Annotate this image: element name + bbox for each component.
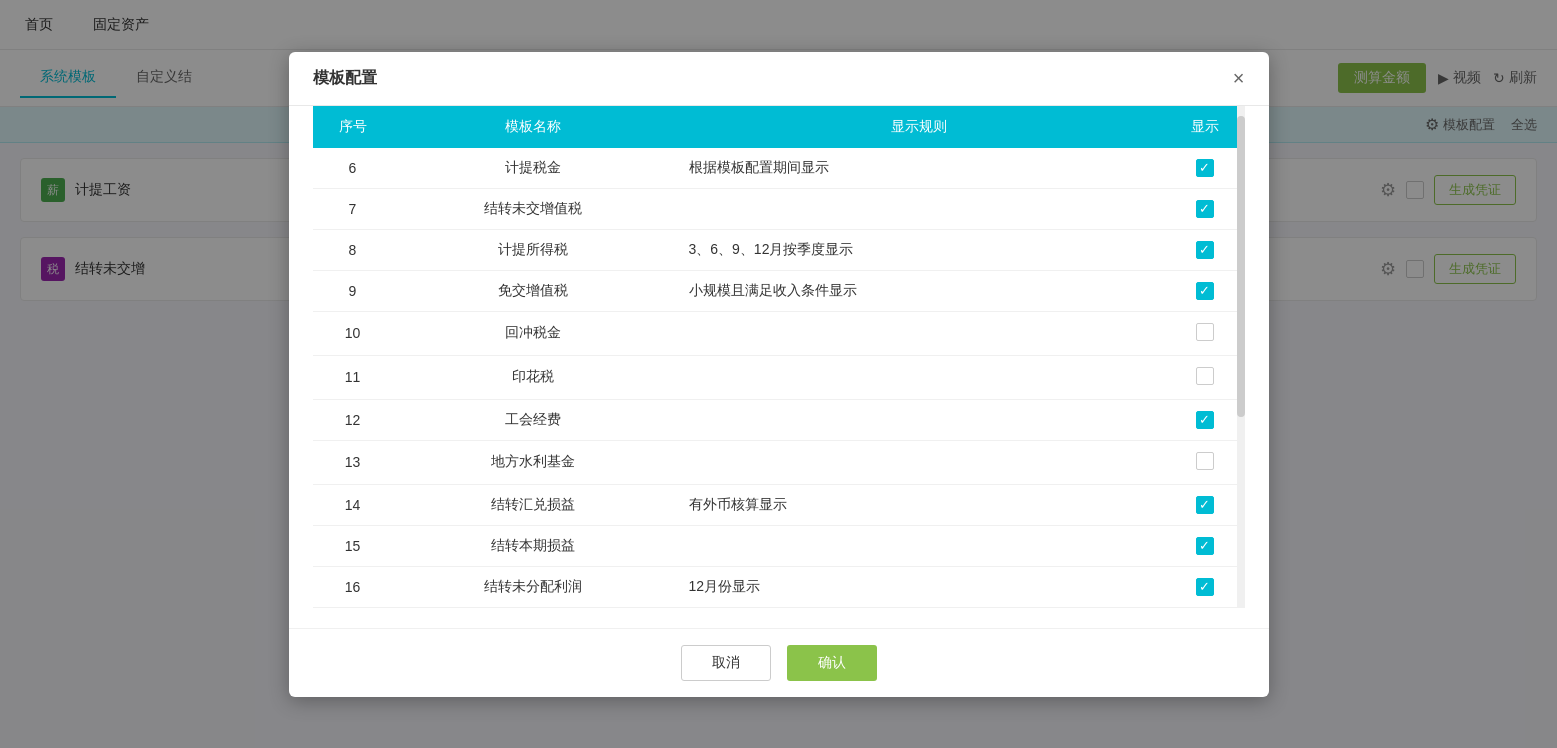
cell-id-5: 11 (313, 355, 393, 399)
modal-overlay: 模板配置 × 序号 模板名称 显示规则 显示 6计提税金根据模板配置期间显 (0, 0, 1557, 748)
cell-check-0 (1165, 148, 1245, 189)
cell-id-4: 10 (313, 311, 393, 355)
col-header-id: 序号 (313, 106, 393, 148)
cell-name-6: 工会经费 (393, 399, 673, 440)
modal-template-config: 模板配置 × 序号 模板名称 显示规则 显示 6计提税金根据模板配置期间显 (289, 52, 1269, 697)
cell-name-4: 回冲税金 (393, 311, 673, 355)
table-row: 13地方水利基金 (313, 440, 1245, 484)
cell-rule-0: 根据模板配置期间显示 (673, 148, 1165, 189)
cell-rule-9 (673, 525, 1165, 566)
cell-name-7: 地方水利基金 (393, 440, 673, 484)
cell-check-5 (1165, 355, 1245, 399)
cell-id-2: 8 (313, 229, 393, 270)
cell-id-1: 7 (313, 188, 393, 229)
modal-body: 序号 模板名称 显示规则 显示 6计提税金根据模板配置期间显示7结转未交增值税8… (289, 106, 1269, 628)
cell-check-8 (1165, 484, 1245, 525)
checkbox-6[interactable] (1196, 411, 1214, 429)
col-header-display: 显示 (1165, 106, 1245, 148)
cell-check-10 (1165, 566, 1245, 607)
col-header-name: 模板名称 (393, 106, 673, 148)
cell-name-5: 印花税 (393, 355, 673, 399)
cell-rule-7 (673, 440, 1165, 484)
checkbox-3[interactable] (1196, 282, 1214, 300)
scroll-thumb (1237, 116, 1245, 417)
cell-rule-8: 有外币核算显示 (673, 484, 1165, 525)
cell-rule-6 (673, 399, 1165, 440)
scrollbar[interactable] (1237, 106, 1245, 608)
cell-name-8: 结转汇兑损益 (393, 484, 673, 525)
table-row: 9免交增值税小规模且满足收入条件显示 (313, 270, 1245, 311)
cell-rule-1 (673, 188, 1165, 229)
table-row: 16结转未分配利润12月份显示 (313, 566, 1245, 607)
table-row: 15结转本期损益 (313, 525, 1245, 566)
checkbox-4[interactable] (1196, 323, 1214, 341)
checkbox-10[interactable] (1196, 578, 1214, 596)
cell-name-0: 计提税金 (393, 148, 673, 189)
confirm-button[interactable]: 确认 (787, 645, 877, 681)
cell-id-3: 9 (313, 270, 393, 311)
checkbox-7[interactable] (1196, 452, 1214, 470)
cell-name-2: 计提所得税 (393, 229, 673, 270)
checkbox-1[interactable] (1196, 200, 1214, 218)
cell-rule-5 (673, 355, 1165, 399)
cell-name-9: 结转本期损益 (393, 525, 673, 566)
cell-check-3 (1165, 270, 1245, 311)
cell-rule-3: 小规模且满足收入条件显示 (673, 270, 1165, 311)
cell-check-2 (1165, 229, 1245, 270)
table-row: 12工会经费 (313, 399, 1245, 440)
cell-check-7 (1165, 440, 1245, 484)
table-row: 10回冲税金 (313, 311, 1245, 355)
col-header-rule: 显示规则 (673, 106, 1165, 148)
modal-footer: 取消 确认 (289, 628, 1269, 697)
cell-rule-2: 3、6、9、12月按季度显示 (673, 229, 1165, 270)
table-row: 14结转汇兑损益有外币核算显示 (313, 484, 1245, 525)
cell-id-9: 15 (313, 525, 393, 566)
checkbox-0[interactable] (1196, 159, 1214, 177)
config-table: 序号 模板名称 显示规则 显示 6计提税金根据模板配置期间显示7结转未交增值税8… (313, 106, 1245, 608)
cell-check-6 (1165, 399, 1245, 440)
cell-rule-10: 12月份显示 (673, 566, 1165, 607)
modal-title: 模板配置 (313, 68, 377, 89)
cell-name-1: 结转未交增值税 (393, 188, 673, 229)
checkbox-9[interactable] (1196, 537, 1214, 555)
modal-close-button[interactable]: × (1233, 68, 1245, 88)
cancel-button[interactable]: 取消 (681, 645, 771, 681)
cell-check-1 (1165, 188, 1245, 229)
cell-check-4 (1165, 311, 1245, 355)
cell-id-0: 6 (313, 148, 393, 189)
cell-rule-4 (673, 311, 1165, 355)
cell-id-10: 16 (313, 566, 393, 607)
table-row: 8计提所得税3、6、9、12月按季度显示 (313, 229, 1245, 270)
cell-name-3: 免交增值税 (393, 270, 673, 311)
cell-id-8: 14 (313, 484, 393, 525)
cell-id-7: 13 (313, 440, 393, 484)
cell-name-10: 结转未分配利润 (393, 566, 673, 607)
table-row: 7结转未交增值税 (313, 188, 1245, 229)
table-row: 6计提税金根据模板配置期间显示 (313, 148, 1245, 189)
checkbox-8[interactable] (1196, 496, 1214, 514)
checkbox-2[interactable] (1196, 241, 1214, 259)
cell-check-9 (1165, 525, 1245, 566)
table-row: 11印花税 (313, 355, 1245, 399)
modal-header: 模板配置 × (289, 52, 1269, 106)
table-wrapper: 序号 模板名称 显示规则 显示 6计提税金根据模板配置期间显示7结转未交增值税8… (313, 106, 1245, 608)
checkbox-5[interactable] (1196, 367, 1214, 385)
cell-id-6: 12 (313, 399, 393, 440)
